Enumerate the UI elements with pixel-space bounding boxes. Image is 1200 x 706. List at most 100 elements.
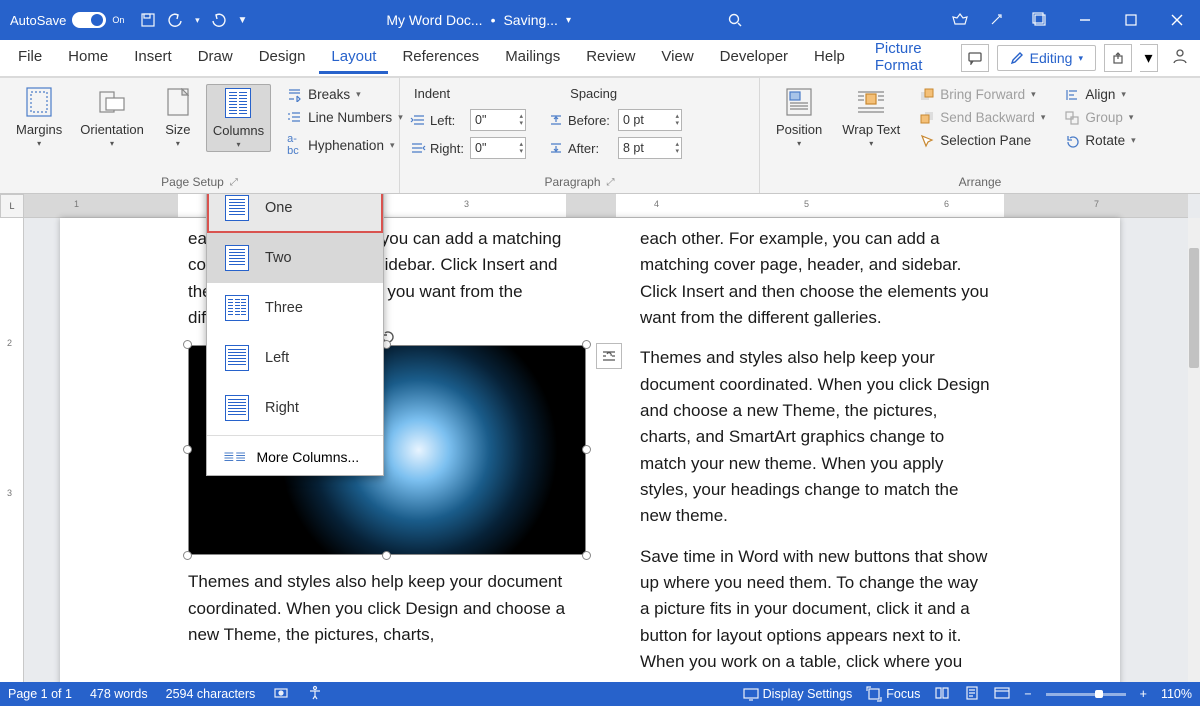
print-layout-icon[interactable] bbox=[964, 685, 980, 704]
zoom-out-button[interactable]: − bbox=[1024, 687, 1031, 701]
columns-option-left[interactable]: Left bbox=[207, 333, 383, 383]
paragraph[interactable]: each other. For example, you can add a m… bbox=[640, 226, 992, 331]
title-caret-icon[interactable]: ▾ bbox=[566, 15, 571, 26]
breaks-button[interactable]: Breaks▾ bbox=[281, 84, 409, 105]
editing-mode-button[interactable]: Editing ▾ bbox=[997, 45, 1096, 71]
redo-icon[interactable] bbox=[204, 0, 232, 40]
resize-handle[interactable] bbox=[582, 445, 591, 454]
margins-button[interactable]: Margins bbox=[10, 84, 68, 150]
orientation-button[interactable]: Orientation bbox=[74, 84, 150, 150]
bring-forward-button[interactable]: Bring Forward▾ bbox=[914, 84, 1051, 105]
tab-design[interactable]: Design bbox=[247, 42, 318, 74]
premium-icon[interactable] bbox=[946, 0, 974, 40]
position-button[interactable]: Position bbox=[770, 84, 828, 150]
paragraph[interactable]: Save time in Word with new buttons that … bbox=[640, 544, 992, 676]
selection-pane-button[interactable]: Selection Pane bbox=[914, 130, 1051, 151]
right-column-icon bbox=[225, 395, 249, 421]
app-mode-icon[interactable] bbox=[1018, 0, 1062, 40]
indent-left-input[interactable]: 0" bbox=[470, 109, 526, 131]
close-button[interactable] bbox=[1154, 0, 1200, 40]
rotate-button[interactable]: Rotate▾ bbox=[1059, 130, 1141, 151]
document-name[interactable]: My Word Doc... bbox=[386, 12, 482, 28]
size-button[interactable]: Size bbox=[156, 84, 200, 150]
page-count[interactable]: Page 1 of 1 bbox=[8, 687, 72, 701]
accessibility-icon[interactable] bbox=[307, 685, 323, 704]
web-layout-icon[interactable] bbox=[994, 685, 1010, 704]
comments-button[interactable] bbox=[961, 44, 989, 72]
tab-mailings[interactable]: Mailings bbox=[493, 42, 572, 74]
tab-file[interactable]: File bbox=[6, 42, 54, 74]
scrollbar-thumb[interactable] bbox=[1189, 248, 1199, 368]
account-icon[interactable] bbox=[1166, 47, 1194, 70]
tab-review[interactable]: Review bbox=[574, 42, 647, 74]
ruler-corner[interactable]: L bbox=[0, 194, 24, 218]
spacing-before-input[interactable]: 0 pt bbox=[618, 109, 682, 131]
word-count[interactable]: 478 words bbox=[90, 687, 148, 701]
search-tell-me-icon[interactable] bbox=[705, 0, 765, 40]
zoom-in-button[interactable]: + bbox=[1140, 687, 1147, 701]
ruler-horizontal[interactable]: 1 2 3 4 5 6 7 bbox=[24, 194, 1188, 218]
columns-option-two[interactable]: Two bbox=[207, 233, 383, 283]
zoom-level[interactable]: 110% bbox=[1161, 687, 1192, 701]
tab-layout[interactable]: Layout bbox=[319, 42, 388, 74]
hyphenation-button[interactable]: a-bcHyphenation▾ bbox=[281, 130, 409, 160]
paragraph-launcher-icon[interactable]: ⤢ bbox=[607, 177, 615, 188]
ribbon: Margins Orientation Size Columns Breaks▾… bbox=[0, 78, 1200, 194]
wrap-text-button[interactable]: Wrap Text bbox=[836, 84, 906, 150]
resize-handle[interactable] bbox=[582, 340, 591, 349]
resize-handle[interactable] bbox=[183, 551, 192, 560]
tab-insert[interactable]: Insert bbox=[122, 42, 184, 74]
tab-references[interactable]: References bbox=[390, 42, 491, 74]
line-numbers-button[interactable]: Line Numbers▾ bbox=[281, 107, 409, 128]
undo-more-icon[interactable]: ▾ bbox=[190, 0, 204, 40]
group-icon bbox=[1065, 111, 1079, 125]
more-columns-button[interactable]: ≣≣More Columns... bbox=[207, 438, 383, 475]
layout-options-button[interactable] bbox=[596, 343, 622, 369]
columns-option-one[interactable]: One bbox=[207, 194, 383, 233]
spacing-after-input[interactable]: 8 pt bbox=[618, 137, 682, 159]
autosave-toggle[interactable] bbox=[72, 12, 106, 28]
autosave[interactable]: AutoSave On bbox=[0, 12, 134, 28]
tab-developer[interactable]: Developer bbox=[708, 42, 800, 74]
tab-draw[interactable]: Draw bbox=[186, 42, 245, 74]
group-objects-button[interactable]: Group▾ bbox=[1059, 107, 1141, 128]
columns-option-right[interactable]: Right bbox=[207, 383, 383, 433]
undo-icon[interactable] bbox=[162, 0, 190, 40]
share-more-button[interactable]: ▾ bbox=[1140, 44, 1158, 72]
ruler-vtick: 3 bbox=[7, 488, 12, 498]
char-count[interactable]: 2594 characters bbox=[166, 687, 256, 701]
columns-option-three[interactable]: Three bbox=[207, 283, 383, 333]
indent-right-input[interactable]: 0" bbox=[470, 137, 526, 159]
spacing-after-label: After: bbox=[568, 141, 614, 156]
columns-button[interactable]: Columns bbox=[206, 84, 271, 152]
ruler-vertical[interactable]: 2 3 bbox=[0, 218, 24, 682]
resize-handle[interactable] bbox=[582, 551, 591, 560]
one-column-icon bbox=[225, 195, 249, 221]
tab-help[interactable]: Help bbox=[802, 42, 857, 74]
macro-recording-icon[interactable] bbox=[273, 685, 289, 704]
read-mode-icon[interactable] bbox=[934, 685, 950, 704]
breaks-icon bbox=[287, 87, 302, 102]
zoom-slider[interactable] bbox=[1046, 693, 1126, 696]
margins-label: Margins bbox=[16, 122, 62, 137]
qat-dropdown-icon[interactable]: ▼ bbox=[232, 0, 252, 40]
paragraph[interactable]: Themes and styles also help keep your do… bbox=[188, 569, 586, 648]
vertical-scrollbar[interactable] bbox=[1188, 218, 1200, 682]
share-button[interactable] bbox=[1104, 44, 1132, 72]
resize-handle[interactable] bbox=[382, 551, 391, 560]
maximize-button[interactable] bbox=[1108, 0, 1154, 40]
three-column-icon bbox=[225, 295, 249, 321]
save-icon[interactable] bbox=[134, 0, 162, 40]
page-setup-launcher-icon[interactable]: ⤢ bbox=[230, 177, 238, 188]
paragraph[interactable]: Themes and styles also help keep your do… bbox=[640, 345, 992, 529]
indent-left-icon bbox=[410, 113, 426, 127]
position-icon bbox=[783, 86, 815, 118]
send-backward-button[interactable]: Send Backward▾ bbox=[914, 107, 1051, 128]
tab-picture-format[interactable]: Picture Format bbox=[859, 34, 959, 83]
tab-home[interactable]: Home bbox=[56, 42, 120, 74]
minimize-button[interactable] bbox=[1062, 0, 1108, 40]
align-button[interactable]: Align▾ bbox=[1059, 84, 1141, 105]
tab-view[interactable]: View bbox=[649, 42, 705, 74]
more-columns-icon: ≣≣ bbox=[223, 448, 246, 465]
coming-soon-icon[interactable] bbox=[974, 0, 1018, 40]
